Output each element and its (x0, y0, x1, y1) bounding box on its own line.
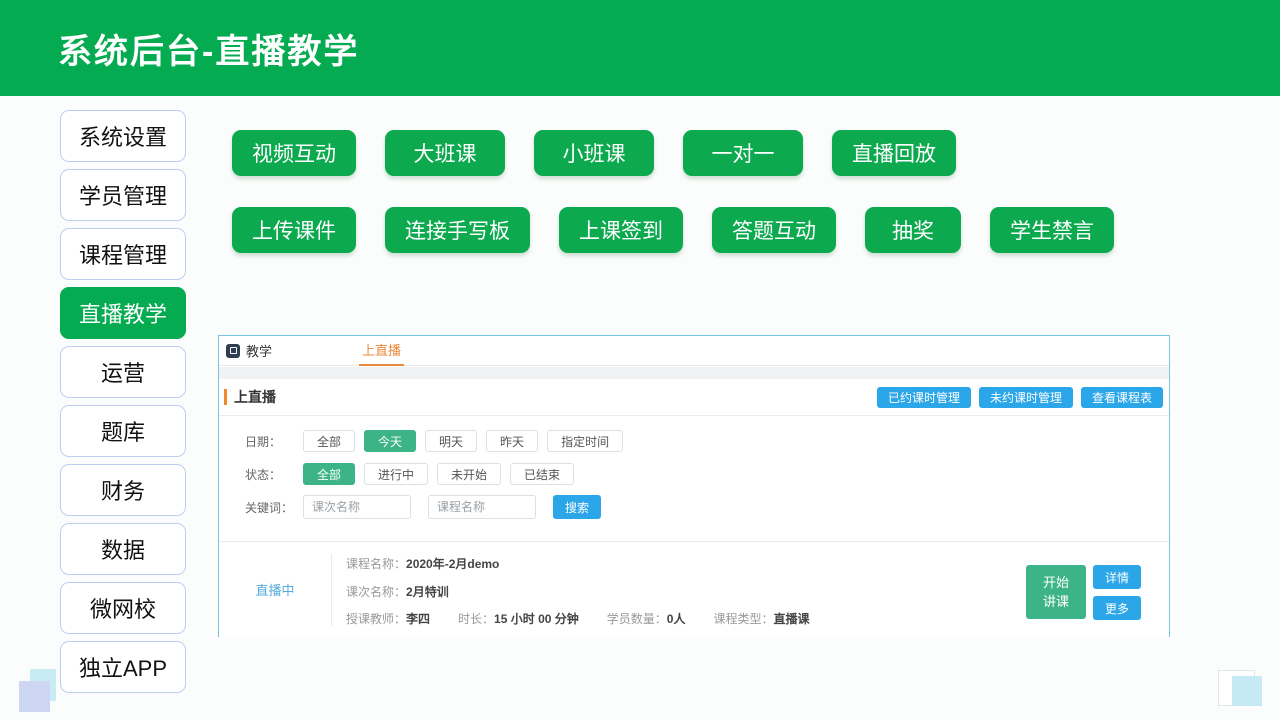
lesson-name-line: 课次名称： 2月特训 (346, 583, 837, 600)
date-filter-label: 日期： (245, 433, 303, 450)
feature-mute-students[interactable]: 学生禁言 (990, 207, 1114, 253)
students-pair: 学员数量：0人 (607, 610, 686, 627)
tabbar-divider-strip (219, 367, 1169, 379)
feature-quiz-interaction[interactable]: 答题互动 (712, 207, 836, 253)
status-filter-row: 状态： 全部 进行中 未开始 已结束 (245, 462, 623, 486)
date-filter-row: 日期： 全部 今天 明天 昨天 指定时间 (245, 429, 623, 453)
date-option-today[interactable]: 今天 (364, 430, 416, 452)
course-name-value: 2020年-2月demo (406, 555, 499, 572)
section-title-text: 上直播 (234, 387, 276, 407)
course-type-pair: 课程类型：直播课 (713, 610, 809, 627)
record-divider (331, 554, 332, 626)
live-status-badge: 直播中 (219, 542, 331, 637)
more-button[interactable]: 更多 (1093, 596, 1141, 620)
date-option-all[interactable]: 全部 (303, 430, 355, 452)
feature-small-class[interactable]: 小班课 (534, 130, 654, 176)
feature-live-replay[interactable]: 直播回放 (832, 130, 956, 176)
feature-upload-courseware[interactable]: 上传课件 (232, 207, 356, 253)
feature-row-2: 上传课件 连接手写板 上课签到 答题互动 抽奖 学生禁言 (232, 207, 1114, 253)
unbooked-lessons-button[interactable]: 未约课时管理 (979, 387, 1073, 408)
lesson-name-input[interactable] (303, 495, 411, 519)
sidebar-item-system-settings[interactable]: 系统设置 (60, 110, 186, 162)
status-filter-label: 状态： (245, 466, 303, 483)
page-header: 系统后台-直播教学 (0, 0, 1280, 96)
start-teaching-button[interactable]: 开始讲课 (1026, 565, 1086, 619)
feature-video-interaction[interactable]: 视频互动 (232, 130, 356, 176)
sidebar-item-standalone-app[interactable]: 独立APP (60, 641, 186, 693)
search-button[interactable]: 搜索 (553, 495, 601, 519)
date-option-yesterday[interactable]: 昨天 (486, 430, 538, 452)
sidebar-item-micro-school[interactable]: 微网校 (60, 582, 186, 634)
status-option-all[interactable]: 全部 (303, 463, 355, 485)
booked-lessons-button[interactable]: 已约课时管理 (877, 387, 971, 408)
feature-large-class[interactable]: 大班课 (385, 130, 505, 176)
status-option-not-started[interactable]: 未开始 (437, 463, 501, 485)
detail-button[interactable]: 详情 (1093, 565, 1141, 589)
teaching-app-icon (226, 344, 240, 358)
keyword-filter-label: 关键词： (245, 499, 303, 516)
feature-lucky-draw[interactable]: 抽奖 (865, 207, 961, 253)
feature-one-on-one[interactable]: 一对一 (683, 130, 803, 176)
sidebar-item-finance[interactable]: 财务 (60, 464, 186, 516)
live-course-row: 直播中 课程名称： 2020年-2月demo 课次名称： 2月特训 授课教师：李… (219, 541, 1169, 637)
feature-handwriting-board[interactable]: 连接手写板 (385, 207, 530, 253)
filter-area: 日期： 全部 今天 明天 昨天 指定时间 状态： 全部 进行中 未开始 已结束 (245, 429, 623, 528)
record-actions: 开始讲课 详情 更多 (1026, 565, 1141, 620)
duration-pair: 时长：15 小时 00 分钟 (458, 610, 579, 627)
course-name-line: 课程名称： 2020年-2月demo (346, 555, 837, 572)
feature-class-checkin[interactable]: 上课签到 (559, 207, 683, 253)
sidebar-item-operations[interactable]: 运营 (60, 346, 186, 398)
app-window: 系统后台-直播教学 系统设置 学员管理 课程管理 直播教学 运营 题库 财务 数… (0, 0, 1280, 720)
status-option-ongoing[interactable]: 进行中 (364, 463, 428, 485)
lesson-name-label: 课次名称： (346, 583, 406, 600)
app-name: 教学 (246, 341, 272, 360)
sidebar: 系统设置 学员管理 课程管理 直播教学 运营 题库 财务 数据 微网校 独立AP… (60, 110, 186, 700)
course-name-label: 课程名称： (346, 555, 406, 572)
status-option-ended[interactable]: 已结束 (510, 463, 574, 485)
sidebar-item-data[interactable]: 数据 (60, 523, 186, 575)
decor-square-bottom-right-cyan (1232, 676, 1262, 706)
feature-row-1: 视频互动 大班课 小班课 一对一 直播回放 (232, 130, 956, 176)
sidebar-item-course-management[interactable]: 课程管理 (60, 228, 186, 280)
sidebar-item-question-bank[interactable]: 题库 (60, 405, 186, 457)
lesson-name-value: 2月特训 (406, 583, 449, 600)
panel-tabbar: 教学 上直播 (219, 336, 1169, 366)
view-timetable-button[interactable]: 查看课程表 (1081, 387, 1163, 408)
tab-go-live[interactable]: 上直播 (359, 336, 404, 366)
page-title: 系统后台-直播教学 (0, 24, 359, 73)
sidebar-item-live-teaching[interactable]: 直播教学 (60, 287, 186, 339)
section-accent-bar (224, 389, 227, 405)
keyword-filter-row: 关键词： 搜索 (245, 495, 623, 519)
admin-panel: 教学 上直播 上直播 已约课时管理 未约课时管理 查看课程表 日期： 全部 今天… (218, 335, 1170, 637)
course-meta-line: 授课教师：李四 时长：15 小时 00 分钟 学员数量：0人 课程类型：直播课 (346, 610, 837, 627)
teacher-pair: 授课教师：李四 (346, 610, 430, 627)
date-option-custom[interactable]: 指定时间 (547, 430, 623, 452)
course-name-input[interactable] (428, 495, 536, 519)
section-header: 上直播 已约课时管理 未约课时管理 查看课程表 (219, 379, 1169, 416)
decor-square-bottom-left-lavender (19, 681, 50, 712)
date-option-tomorrow[interactable]: 明天 (425, 430, 477, 452)
section-title: 上直播 (224, 387, 276, 407)
section-header-buttons: 已约课时管理 未约课时管理 查看课程表 (877, 387, 1163, 408)
record-details: 课程名称： 2020年-2月demo 课次名称： 2月特训 授课教师：李四 时长… (346, 555, 837, 627)
sidebar-item-student-management[interactable]: 学员管理 (60, 169, 186, 221)
